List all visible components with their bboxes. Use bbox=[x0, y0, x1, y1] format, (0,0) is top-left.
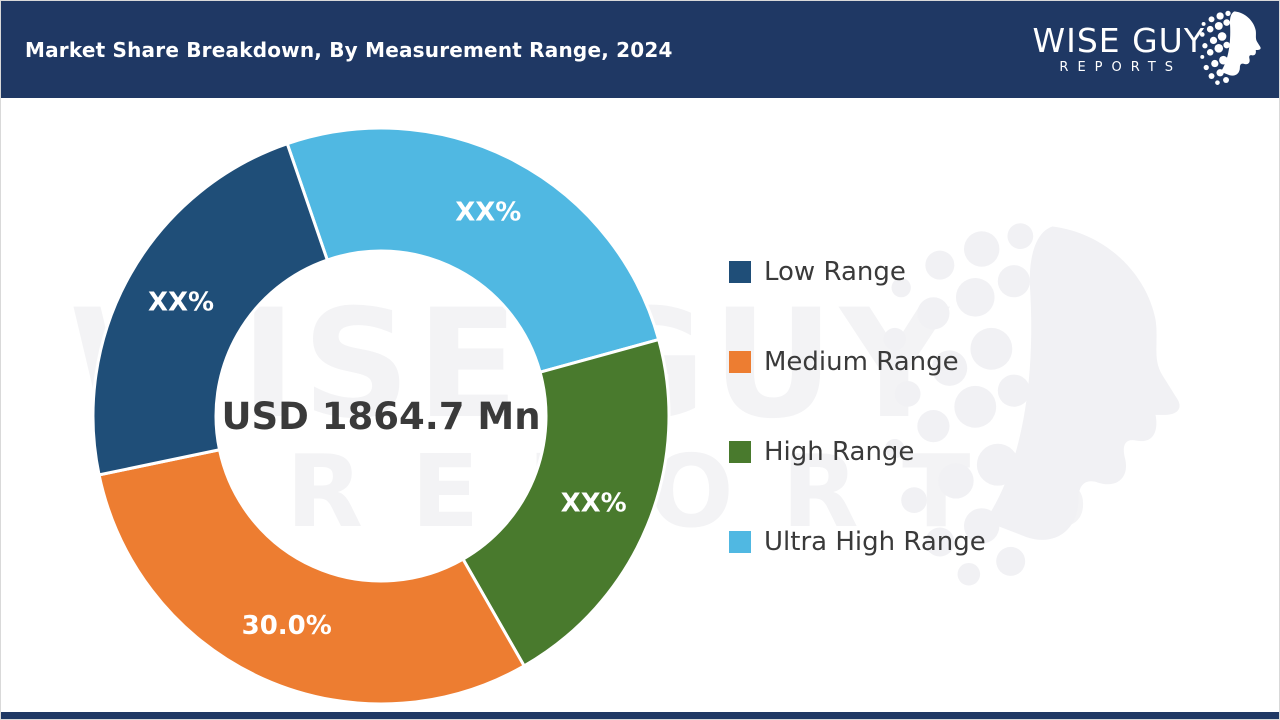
report-page: WISE GUY REPORTS Market Share Breakdown,… bbox=[0, 0, 1280, 720]
logo-text: WISE GUY REPORTS bbox=[1032, 20, 1205, 76]
donut-chart: XX% XX% 30.0% XX% bbox=[91, 126, 671, 706]
segment-value-label: XX% bbox=[455, 198, 521, 228]
legend: Low Range Medium Range High Range Ultra … bbox=[729, 257, 986, 617]
donut-segment-medium-range bbox=[97, 448, 526, 706]
logo-subword: REPORTS bbox=[1059, 59, 1183, 75]
legend-item-low-range: Low Range bbox=[729, 257, 986, 287]
segment-value-label: 30.0% bbox=[242, 611, 332, 641]
donut-segment-ultra-high-range bbox=[285, 126, 661, 374]
legend-item-medium-range: Medium Range bbox=[729, 347, 986, 377]
legend-item-ultra-high-range: Ultra High Range bbox=[729, 527, 986, 557]
chart-title: Market Share Breakdown, By Measurement R… bbox=[25, 37, 673, 62]
logo-head-icon bbox=[1197, 9, 1263, 89]
logo-wordmark: WISE GUY bbox=[1032, 20, 1205, 60]
legend-swatch-ultra-high-range bbox=[729, 531, 751, 553]
legend-label-medium-range: Medium Range bbox=[764, 347, 959, 377]
header: Market Share Breakdown, By Measurement R… bbox=[1, 1, 1279, 98]
legend-swatch-medium-range bbox=[729, 351, 751, 373]
legend-label-ultra-high-range: Ultra High Range bbox=[764, 527, 986, 557]
legend-label-low-range: Low Range bbox=[764, 257, 906, 287]
footer-bar bbox=[1, 712, 1279, 719]
legend-swatch-low-range bbox=[729, 261, 751, 283]
segment-value-label: XX% bbox=[561, 489, 627, 519]
legend-label-high-range: High Range bbox=[764, 437, 915, 467]
legend-swatch-high-range bbox=[729, 441, 751, 463]
legend-item-high-range: High Range bbox=[729, 437, 986, 467]
segment-value-label: XX% bbox=[148, 287, 214, 317]
wise-guy-reports-logo: WISE GUY REPORTS bbox=[1032, 9, 1263, 89]
